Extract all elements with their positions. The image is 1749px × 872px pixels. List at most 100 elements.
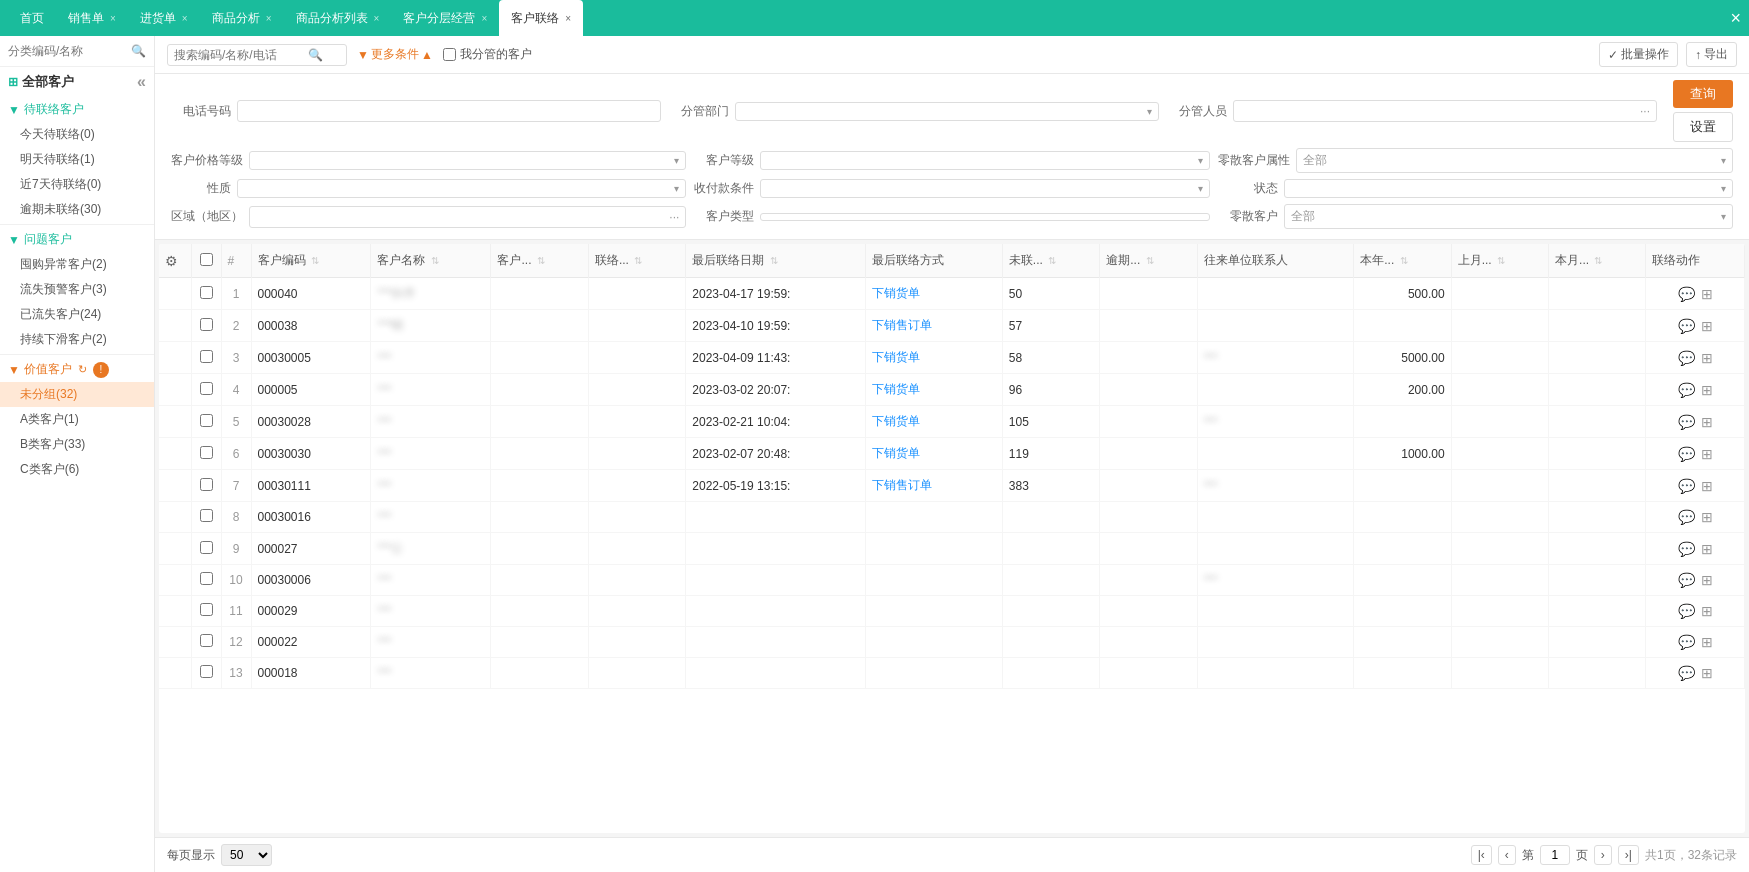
th-this-year[interactable]: 本年... ⇅ [1354,244,1451,278]
more-action-icon[interactable]: ⊞ [1701,350,1713,366]
tab-purchase[interactable]: 进货单 × [128,0,200,36]
sidebar-search-icon[interactable]: 🔍 [131,44,146,58]
query-button[interactable]: 查询 [1673,80,1733,108]
more-action-icon[interactable]: ⊞ [1701,446,1713,462]
sidebar-item-declining[interactable]: 持续下滑客户(2) [0,327,154,352]
my-customers-check[interactable] [443,48,456,61]
tab-customer-tier-close[interactable]: × [481,13,487,24]
sidebar-item-churn-warning[interactable]: 流失预警客户(3) [0,277,154,302]
tab-goods-analysis-close[interactable]: × [266,13,272,24]
th-liaison[interactable]: 往来单位联系人 [1197,244,1354,278]
td-checkbox[interactable] [191,502,221,533]
contact-action-icon[interactable]: 💬 [1678,665,1695,681]
th-name[interactable]: 客户名称 ⇅ [371,244,491,278]
sidebar-item-class-a[interactable]: A类客户(1) [0,407,154,432]
settings-icon[interactable]: ⚙ [165,253,178,269]
last-method-link[interactable]: 下销货单 [872,382,920,396]
retail-attr-select[interactable]: 全部 ▾ [1296,148,1733,173]
select-all-checkbox[interactable] [200,253,213,266]
more-action-icon[interactable]: ⊞ [1701,318,1713,334]
th-last-month[interactable]: 上月... ⇅ [1451,244,1548,278]
tab-customer-contact[interactable]: 客户联络 × [499,0,583,36]
prev-page-button[interactable]: ‹ [1498,845,1516,865]
tab-sales-close[interactable]: × [110,13,116,24]
td-checkbox[interactable] [191,310,221,342]
td-checkbox[interactable] [191,627,221,658]
sidebar-item-class-b[interactable]: B类客户(33) [0,432,154,457]
sidebar-group-problem-customers[interactable]: ▼ 问题客户 [0,227,154,252]
more-action-icon[interactable]: ⊞ [1701,541,1713,557]
th-code[interactable]: 客户编码 ⇅ [251,244,371,278]
payment-select[interactable]: ▾ [760,179,1209,198]
contact-action-icon[interactable]: 💬 [1678,414,1695,430]
refresh-icon[interactable]: ↻ [78,363,87,376]
dept-select[interactable]: ▾ [735,102,1159,121]
contact-action-icon[interactable]: 💬 [1678,318,1695,334]
td-checkbox[interactable] [191,565,221,596]
tab-sales[interactable]: 销售单 × [56,0,128,36]
last-method-link[interactable]: 下销货单 [872,446,920,460]
th-last-date[interactable]: 最后联络日期 ⇅ [686,244,865,278]
tab-goods-analysis-list[interactable]: 商品分析列表 × [284,0,392,36]
row-checkbox[interactable] [200,446,213,459]
td-checkbox[interactable] [191,470,221,502]
more-conditions-button[interactable]: ▼ 更多条件 ▲ [357,46,433,63]
row-checkbox[interactable] [200,318,213,331]
customer-level-select[interactable]: ▾ [760,151,1209,170]
last-method-link[interactable]: 下销货单 [872,286,920,300]
page-number-input[interactable] [1540,845,1570,865]
more-action-icon[interactable]: ⊞ [1701,478,1713,494]
batch-ops-button[interactable]: ✓ 批量操作 [1599,42,1678,67]
contact-action-icon[interactable]: 💬 [1678,541,1695,557]
sidebar-item-today-pending[interactable]: 今天待联络(0) [0,122,154,147]
sidebar-collapse-button[interactable]: « [137,73,146,91]
contact-action-icon[interactable]: 💬 [1678,286,1695,302]
contact-action-icon[interactable]: 💬 [1678,572,1695,588]
sidebar-item-7days-pending[interactable]: 近7天待联络(0) [0,172,154,197]
th-type[interactable]: 客户... ⇅ [491,244,588,278]
person-select[interactable]: ··· [1233,100,1657,122]
row-checkbox[interactable] [200,541,213,554]
contact-action-icon[interactable]: 💬 [1678,350,1695,366]
td-checkbox[interactable] [191,596,221,627]
tab-goods-analysis-list-close[interactable]: × [374,13,380,24]
more-action-icon[interactable]: ⊞ [1701,634,1713,650]
sidebar-item-class-c[interactable]: C类客户(6) [0,457,154,482]
th-settings[interactable]: ⚙ [159,244,191,278]
more-action-icon[interactable]: ⊞ [1701,414,1713,430]
next-page-button[interactable]: › [1594,845,1612,865]
th-this-month[interactable]: 本月... ⇅ [1549,244,1646,278]
row-checkbox[interactable] [200,414,213,427]
th-contact[interactable]: 联络... ⇅ [588,244,685,278]
more-action-icon[interactable]: ⊞ [1701,286,1713,302]
row-checkbox[interactable] [200,350,213,363]
th-no-days[interactable]: 未联... ⇅ [1002,244,1099,278]
retail-customer-select[interactable]: 全部 ▾ [1284,204,1733,229]
tab-goods-analysis[interactable]: 商品分析 × [200,0,284,36]
row-checkbox[interactable] [200,572,213,585]
customer-type-select[interactable] [760,213,1209,221]
export-button[interactable]: ↑ 导出 [1686,42,1737,67]
last-method-link[interactable]: 下销售订单 [872,318,932,332]
more-action-icon[interactable]: ⊞ [1701,509,1713,525]
search-icon[interactable]: 🔍 [308,48,323,62]
region-select[interactable]: ··· [249,206,686,228]
contact-action-icon[interactable]: 💬 [1678,446,1695,462]
contact-action-icon[interactable]: 💬 [1678,603,1695,619]
sidebar-group-value-customers[interactable]: ▼ 价值客户 ↻ ! [0,357,154,382]
row-checkbox[interactable] [200,509,213,522]
more-action-icon[interactable]: ⊞ [1701,572,1713,588]
phone-input[interactable] [237,100,661,122]
sidebar-item-tomorrow-pending[interactable]: 明天待联络(1) [0,147,154,172]
price-level-select[interactable]: ▾ [249,151,686,170]
row-checkbox[interactable] [200,665,213,678]
sidebar-item-churned[interactable]: 已流失客户(24) [0,302,154,327]
row-checkbox[interactable] [200,634,213,647]
tab-customer-contact-close[interactable]: × [565,13,571,24]
tab-home[interactable]: 首页 [8,0,56,36]
contact-action-icon[interactable]: 💬 [1678,478,1695,494]
tab-purchase-close[interactable]: × [182,13,188,24]
td-checkbox[interactable] [191,278,221,310]
first-page-button[interactable]: |‹ [1471,845,1492,865]
reset-button[interactable]: 设置 [1673,112,1733,142]
